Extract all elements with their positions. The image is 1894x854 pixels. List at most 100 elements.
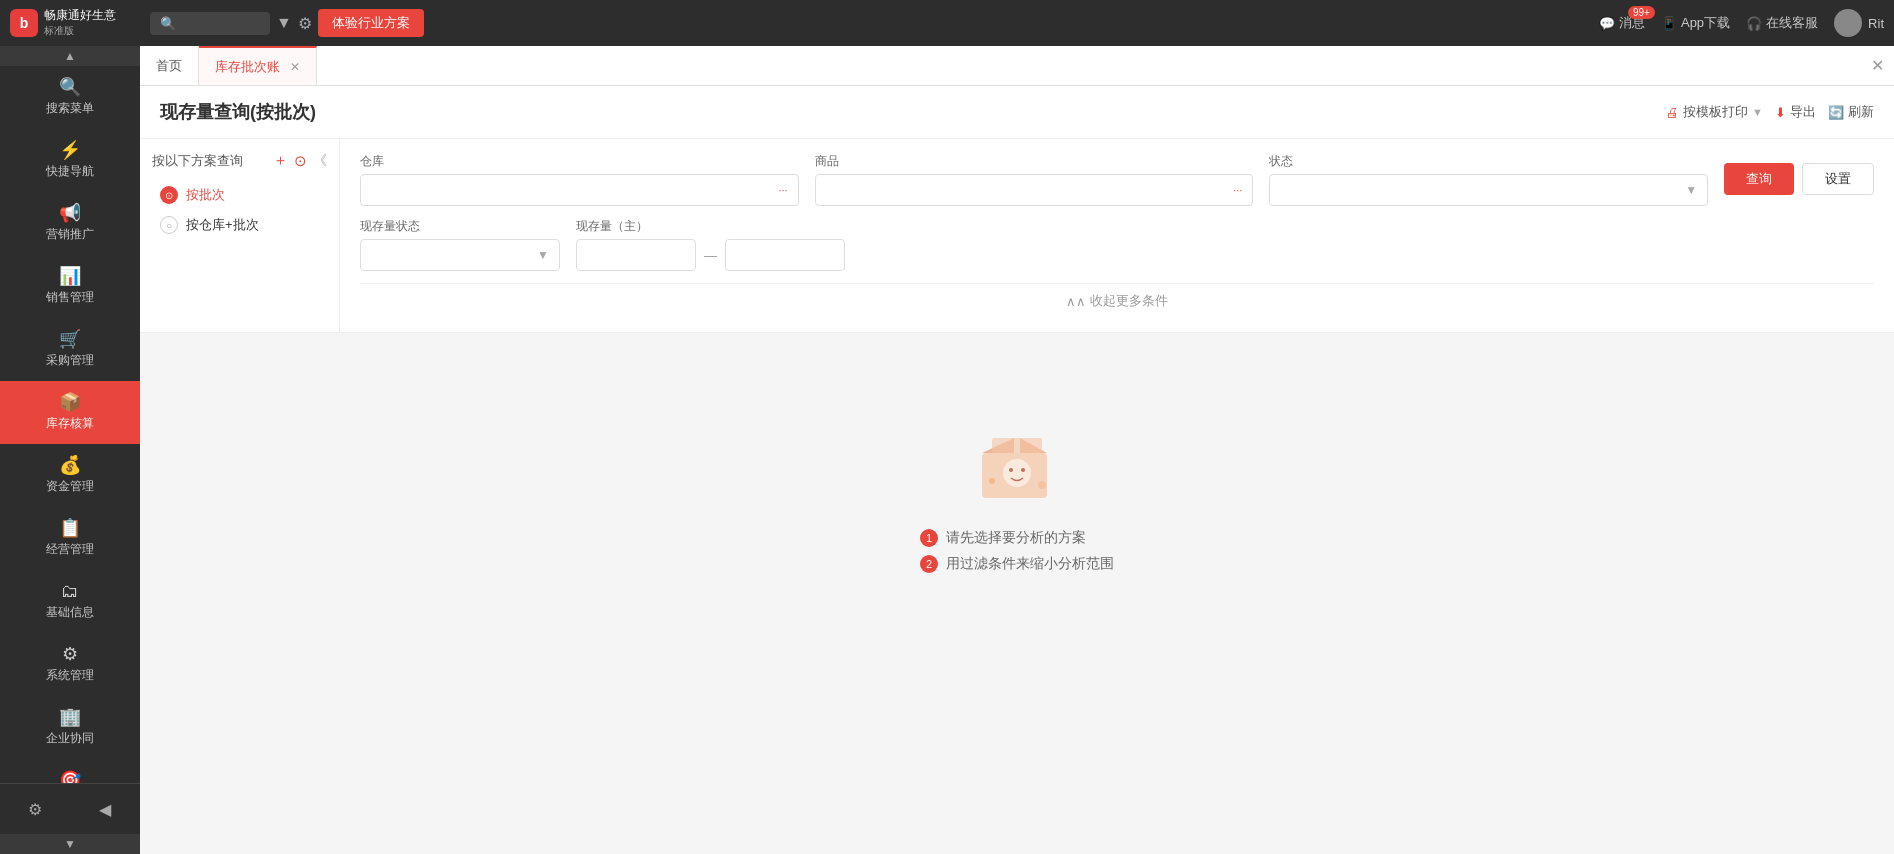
filter-row-1: 仓库 ··· 商品 ··· <box>360 153 1874 206</box>
tab-home-label: 首页 <box>156 57 182 75</box>
scheme-collapse-icon[interactable]: 《 <box>313 152 327 170</box>
sidebar-scroll-up[interactable]: ▲ <box>0 46 140 66</box>
sidebar-label-search: 搜索菜单 <box>46 100 94 117</box>
inventory-dash: — <box>704 248 717 263</box>
top-bar-center: 🔍 ▼ ⚙ 体验行业方案 <box>150 9 1599 37</box>
scheme-item-icon-wbatch: ○ <box>160 216 178 234</box>
sidebar-item-purchase[interactable]: 🛒 采购管理 <box>0 318 140 381</box>
inventory-status-label: 现存量状态 <box>360 218 560 235</box>
refresh-label: 刷新 <box>1848 103 1874 121</box>
sidebar-item-sales[interactable]: 📊 销售管理 <box>0 255 140 318</box>
scheme-settings-icon[interactable]: ⊙ <box>294 152 307 170</box>
main-layout: ▲ 🔍 搜索菜单 ⚡ 快捷导航 📢 营销推广 📊 销售管理 🛒 采购管理 📦 库… <box>0 46 1894 854</box>
scheme-item-batch[interactable]: ⊙ 按批次 <box>152 180 327 210</box>
scheme-panel: 按以下方案查询 ＋ ⊙ 《 ⊙ 按批次 ○ 按仓库+批次 <box>140 139 340 332</box>
sidebar-item-system[interactable]: ⚙ 系统管理 <box>0 633 140 696</box>
scheme-item-icon-batch: ⊙ <box>160 186 178 204</box>
filter-inventory-main: 现存量（主） — <box>576 218 1874 271</box>
sidebar-item-basics[interactable]: 🗂 基础信息 <box>0 570 140 633</box>
inventory-main-range: — <box>576 239 1874 271</box>
top-bar-right: 💬 消息 99+ 📱 App下载 🎧 在线客服 Rit <box>1599 9 1884 37</box>
settings-top-icon[interactable]: ⚙ <box>298 14 312 33</box>
edition-label: 标准版 <box>44 24 116 38</box>
sidebar-settings-btn[interactable]: ⚙ <box>20 794 50 824</box>
sidebar-collapse-btn[interactable]: ◀ <box>90 794 120 824</box>
sidebar-item-enterprise[interactable]: 🏢 企业协同 <box>0 696 140 759</box>
sidebar-item-search[interactable]: 🔍 搜索菜单 <box>0 66 140 129</box>
top-search-box[interactable]: 🔍 <box>150 12 270 35</box>
sidebar-label-enterprise: 企业协同 <box>46 730 94 747</box>
sidebar-item-operations[interactable]: 📋 经营管理 <box>0 507 140 570</box>
top-bar: b 畅康通好生意 标准版 🔍 ▼ ⚙ 体验行业方案 💬 消息 99+ 📱 App… <box>0 0 1894 46</box>
user-name: Rit <box>1868 16 1884 31</box>
scheme-item-warehouse-batch[interactable]: ○ 按仓库+批次 <box>152 210 327 240</box>
sidebar-icon-newbie: 🎯 <box>59 771 81 783</box>
export-icon: ⬇ <box>1775 105 1786 120</box>
sidebar-item-newbie[interactable]: 🎯 新手引导 <box>0 759 140 783</box>
sidebar-label-quick-nav: 快捷导航 <box>46 163 94 180</box>
warehouse-more-icon[interactable]: ··· <box>779 184 788 196</box>
refresh-btn[interactable]: 🔄 刷新 <box>1828 103 1874 121</box>
inventory-main-from-input[interactable] <box>576 239 696 271</box>
page-title: 现存量查询(按批次) <box>160 100 316 124</box>
filter-product: 商品 ··· <box>815 153 1254 206</box>
product-more-icon[interactable]: ··· <box>1233 184 1242 196</box>
svg-point-7 <box>989 478 995 484</box>
export-label: 导出 <box>1790 103 1816 121</box>
sidebar-label-sales: 销售管理 <box>46 289 94 306</box>
tab-home[interactable]: 首页 <box>140 46 199 85</box>
sidebar-icon-inventory: 📦 <box>59 393 81 411</box>
user-avatar-area[interactable]: Rit <box>1834 9 1884 37</box>
online-service-btn[interactable]: 🎧 在线客服 <box>1746 14 1818 32</box>
sidebar-icon-purchase: 🛒 <box>59 330 81 348</box>
filter-warehouse: 仓库 ··· <box>360 153 799 206</box>
print-dropdown-icon[interactable]: ▼ <box>1752 106 1763 118</box>
status-dropdown-icon: ▼ <box>1685 183 1697 197</box>
panel-close-btn[interactable]: ✕ <box>1871 56 1884 75</box>
sidebar-scroll-down[interactable]: ▼ <box>0 834 140 854</box>
sidebar-item-inventory[interactable]: 📦 库存核算 <box>0 381 140 444</box>
sidebar-item-marketing[interactable]: 📢 营销推广 <box>0 192 140 255</box>
sidebar-label-basics: 基础信息 <box>46 604 94 621</box>
scheme-item-label-batch: 按批次 <box>186 186 225 204</box>
messages-btn[interactable]: 💬 消息 99+ <box>1599 14 1645 32</box>
empty-illustration <box>967 413 1067 513</box>
collapse-more-btn[interactable]: ∧∧ 收起更多条件 <box>360 283 1874 318</box>
filter-panel: 按以下方案查询 ＋ ⊙ 《 ⊙ 按批次 ○ 按仓库+批次 <box>140 139 1894 333</box>
tab-batch-account[interactable]: 库存批次账 ✕ <box>199 46 317 85</box>
export-btn[interactable]: ⬇ 导出 <box>1775 103 1816 121</box>
print-label: 按模板打印 <box>1683 103 1748 121</box>
settings-btn[interactable]: 设置 <box>1802 163 1874 195</box>
logo-icon: b <box>10 9 38 37</box>
sidebar-icon-finance: 💰 <box>59 456 81 474</box>
sidebar-label-purchase: 采购管理 <box>46 352 94 369</box>
sidebar-item-quick-nav[interactable]: ⚡ 快捷导航 <box>0 129 140 192</box>
tab-bar: 首页 库存批次账 ✕ ✕ <box>140 46 1894 86</box>
print-btn[interactable]: 🖨 按模板打印 ▼ <box>1666 103 1763 121</box>
action-buttons: 查询 设置 <box>1724 163 1874 197</box>
scheme-add-icon[interactable]: ＋ <box>273 151 288 170</box>
search-icon: 🔍 <box>160 16 176 31</box>
dropdown-icon[interactable]: ▼ <box>276 14 292 32</box>
sidebar-label-inventory: 库存核算 <box>46 415 94 432</box>
query-btn[interactable]: 查询 <box>1724 163 1794 195</box>
status-select[interactable]: ▼ <box>1269 174 1708 206</box>
inventory-main-to-input[interactable] <box>725 239 845 271</box>
product-input[interactable]: ··· <box>815 174 1254 206</box>
tab-close-icon[interactable]: ✕ <box>290 60 300 74</box>
experience-btn[interactable]: 体验行业方案 <box>318 9 424 37</box>
warehouse-input[interactable]: ··· <box>360 174 799 206</box>
svg-rect-3 <box>992 438 1042 453</box>
inventory-status-select[interactable]: ▼ <box>360 239 560 271</box>
print-icon: 🖨 <box>1666 105 1679 120</box>
sidebar-icon-system: ⚙ <box>62 645 78 663</box>
page-header-actions: 🖨 按模板打印 ▼ ⬇ 导出 🔄 刷新 <box>1666 103 1874 121</box>
sidebar-icon-sales: 📊 <box>59 267 81 285</box>
phone-icon: 📱 <box>1661 16 1677 31</box>
filter-status: 状态 ▼ <box>1269 153 1708 206</box>
page-content: 现存量查询(按批次) 🖨 按模板打印 ▼ ⬇ 导出 🔄 刷新 <box>140 86 1894 854</box>
sidebar-icon-operations: 📋 <box>59 519 81 537</box>
sidebar-icon-basics: 🗂 <box>61 582 79 600</box>
sidebar-item-finance[interactable]: 💰 资金管理 <box>0 444 140 507</box>
app-download-btn[interactable]: 📱 App下载 <box>1661 14 1730 32</box>
